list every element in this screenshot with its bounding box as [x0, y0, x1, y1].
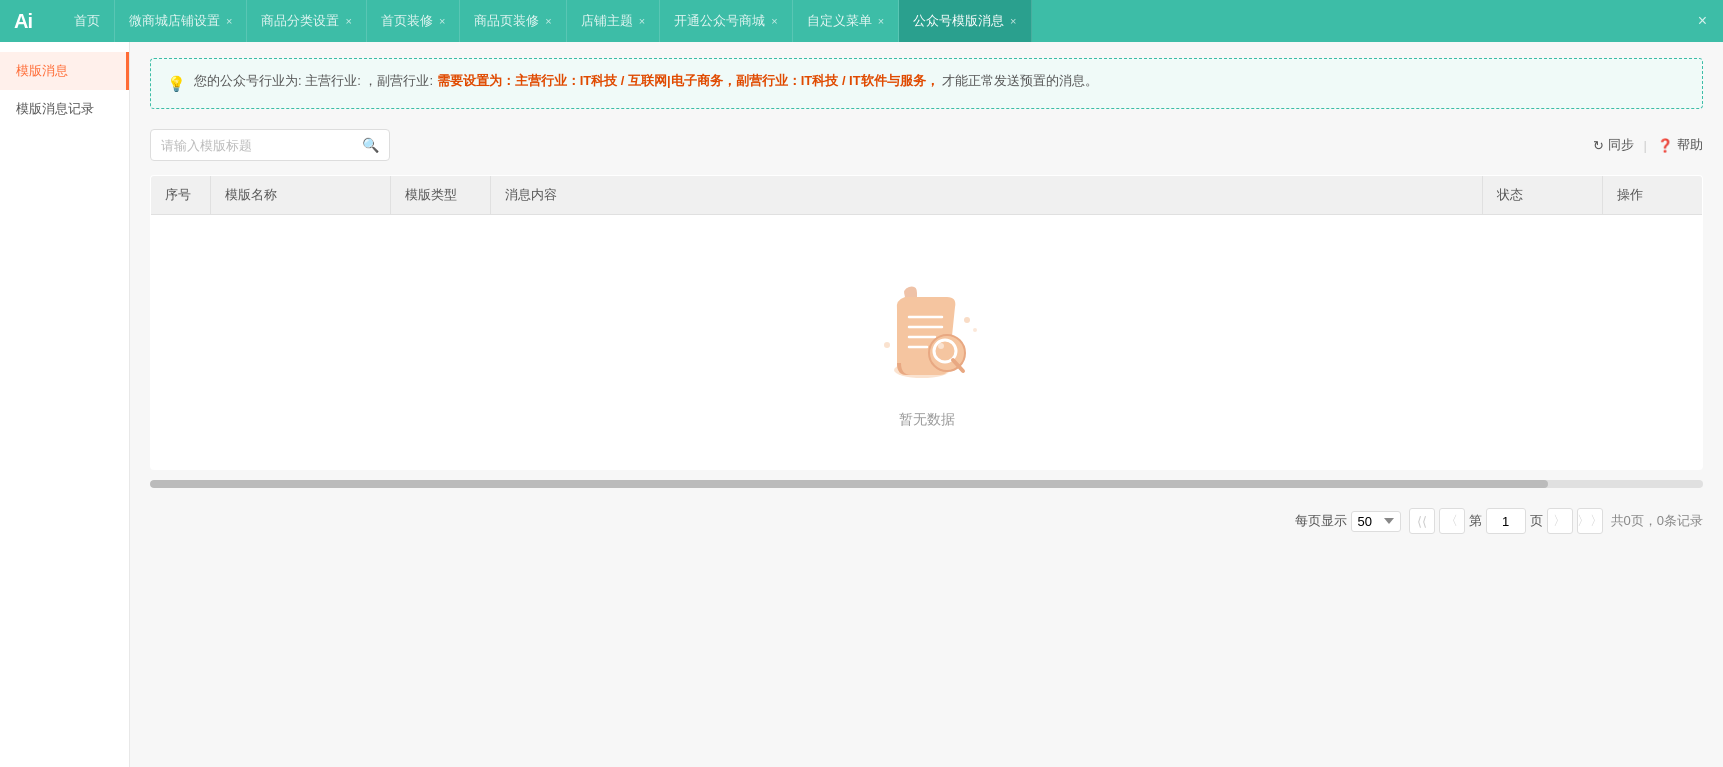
per-page-select[interactable]: 10 20 50 100: [1351, 511, 1401, 532]
svg-point-9: [964, 317, 970, 323]
page-total: 共0页，0条记录: [1611, 512, 1703, 530]
notice-suffix: 才能正常发送预置的消息。: [942, 73, 1098, 88]
page-input-wrap: 第 页: [1469, 508, 1543, 534]
nav-tab-shop-theme-close[interactable]: ×: [639, 15, 645, 27]
first-page-icon: ⟨⟨: [1417, 514, 1427, 529]
last-page-button[interactable]: 〉〉: [1577, 508, 1603, 534]
top-navigation: Ai 首页 微商城店铺设置 × 商品分类设置 × 首页装修 × 商品页装修 × …: [0, 0, 1723, 42]
nav-tab-template-msg-close[interactable]: ×: [1010, 15, 1016, 27]
logo: Ai: [0, 10, 60, 33]
notice-box: 💡 您的公众号行业为: 主营行业: ，副营行业: 需要设置为：主营行业：IT科技…: [150, 58, 1703, 109]
sync-label: 同步: [1608, 136, 1634, 154]
prev-page-icon: 〈: [1445, 512, 1458, 530]
nav-tab-product-decor[interactable]: 商品页装修 ×: [460, 0, 566, 42]
content-area: 💡 您的公众号行业为: 主营行业: ，副营行业: 需要设置为：主营行业：IT科技…: [130, 42, 1723, 767]
notice-highlight: 需要设置为：主营行业：IT科技 / 互联网|电子商务，副营行业：IT科技 / I…: [437, 73, 939, 88]
per-page-label: 每页显示: [1295, 512, 1347, 530]
nav-tab-category-close[interactable]: ×: [345, 15, 351, 27]
nav-tab-category-label: 商品分类设置: [261, 12, 339, 30]
search-actions: ↻ 同步 | ❓ 帮助: [1593, 136, 1703, 154]
main-layout: 模版消息 模版消息记录 💡 您的公众号行业为: 主营行业: ，副营行业: 需要设…: [0, 42, 1723, 767]
nav-tab-homepage-decor-label: 首页装修: [381, 12, 433, 30]
table-empty-row: 暂无数据: [151, 215, 1703, 470]
page-label: 第: [1469, 512, 1482, 530]
sidebar-item-template-msg[interactable]: 模版消息: [0, 52, 129, 90]
next-page-icon: 〉: [1553, 512, 1566, 530]
nav-tab-shop-settings[interactable]: 微商城店铺设置 ×: [115, 0, 247, 42]
search-icon[interactable]: 🔍: [362, 137, 379, 153]
sidebar-item-template-msg-label: 模版消息: [16, 63, 68, 78]
nav-tab-category[interactable]: 商品分类设置 ×: [247, 0, 366, 42]
pagination: 每页显示 10 20 50 100 ⟨⟨ 〈 第 页: [150, 498, 1703, 544]
svg-point-8: [938, 343, 944, 349]
notice-icon: 💡: [167, 72, 186, 96]
scrollbar-thumb: [150, 480, 1548, 488]
nav-tab-shop-settings-close[interactable]: ×: [226, 15, 232, 27]
help-icon: ❓: [1657, 138, 1673, 153]
page-navigation: ⟨⟨ 〈 第 页 〉 〉〉: [1409, 508, 1603, 534]
page-unit: 页: [1530, 512, 1543, 530]
col-header-action: 操作: [1603, 176, 1703, 215]
last-page-icon: 〉〉: [1577, 512, 1603, 530]
global-close-button[interactable]: ×: [1682, 12, 1723, 30]
col-header-index: 序号: [151, 176, 211, 215]
horizontal-scrollbar[interactable]: [150, 480, 1703, 488]
prev-page-button[interactable]: 〈: [1439, 508, 1465, 534]
sync-button[interactable]: ↻ 同步: [1593, 136, 1634, 154]
nav-tab-template-msg-label: 公众号模版消息: [913, 12, 1004, 30]
next-page-button[interactable]: 〉: [1547, 508, 1573, 534]
svg-point-10: [973, 328, 977, 332]
nav-tab-open-mall[interactable]: 开通公众号商城 ×: [660, 0, 792, 42]
nav-tab-custom-menu-close[interactable]: ×: [878, 15, 884, 27]
table-header-row: 序号 模版名称 模版类型 消息内容 状态 操作: [151, 176, 1703, 215]
help-button[interactable]: ❓ 帮助: [1657, 136, 1703, 154]
col-header-type: 模版类型: [391, 176, 491, 215]
nav-tab-home-label: 首页: [74, 12, 100, 30]
nav-tab-custom-menu-label: 自定义菜单: [807, 12, 872, 30]
data-table: 序号 模版名称 模版类型 消息内容 状态 操作: [150, 175, 1703, 470]
notice-prefix: 您的公众号行业为: 主营行业: ，副营行业:: [194, 73, 433, 88]
nav-tab-homepage-decor[interactable]: 首页装修 ×: [367, 0, 460, 42]
search-bar: 🔍 ↻ 同步 | ❓ 帮助: [150, 129, 1703, 161]
nav-tab-shop-settings-label: 微商城店铺设置: [129, 12, 220, 30]
nav-tab-product-decor-close[interactable]: ×: [545, 15, 551, 27]
sidebar-item-template-msg-record[interactable]: 模版消息记录: [0, 90, 129, 128]
page-number-input[interactable]: [1486, 508, 1526, 534]
nav-tab-open-mall-label: 开通公众号商城: [674, 12, 765, 30]
notice-text: 您的公众号行业为: 主营行业: ，副营行业: 需要设置为：主营行业：IT科技 /…: [194, 71, 1098, 92]
svg-point-11: [884, 342, 890, 348]
nav-tab-open-mall-close[interactable]: ×: [771, 15, 777, 27]
nav-tab-shop-theme[interactable]: 店铺主题 ×: [567, 0, 660, 42]
col-header-status: 状态: [1483, 176, 1603, 215]
col-header-name: 模版名称: [211, 176, 391, 215]
nav-tab-custom-menu[interactable]: 自定义菜单 ×: [793, 0, 899, 42]
nav-tab-home[interactable]: 首页: [60, 0, 115, 42]
nav-tab-product-decor-label: 商品页装修: [474, 12, 539, 30]
sidebar: 模版消息 模版消息记录: [0, 42, 130, 767]
empty-text: 暂无数据: [899, 411, 955, 429]
search-input-wrap[interactable]: 🔍: [150, 129, 390, 161]
nav-tab-shop-theme-label: 店铺主题: [581, 12, 633, 30]
first-page-button[interactable]: ⟨⟨: [1409, 508, 1435, 534]
nav-tab-homepage-decor-close[interactable]: ×: [439, 15, 445, 27]
search-input[interactable]: [161, 138, 362, 153]
empty-state: 暂无数据: [151, 215, 1702, 469]
col-header-content: 消息内容: [491, 176, 1483, 215]
logo-text: Ai: [14, 10, 32, 33]
help-label: 帮助: [1677, 136, 1703, 154]
sync-icon: ↻: [1593, 138, 1604, 153]
nav-tab-template-msg[interactable]: 公众号模版消息 ×: [899, 0, 1031, 42]
empty-illustration: [867, 275, 987, 395]
per-page-select-wrap: 每页显示 10 20 50 100: [1295, 511, 1401, 532]
sidebar-item-template-msg-record-label: 模版消息记录: [16, 101, 94, 116]
action-divider: |: [1644, 138, 1647, 153]
